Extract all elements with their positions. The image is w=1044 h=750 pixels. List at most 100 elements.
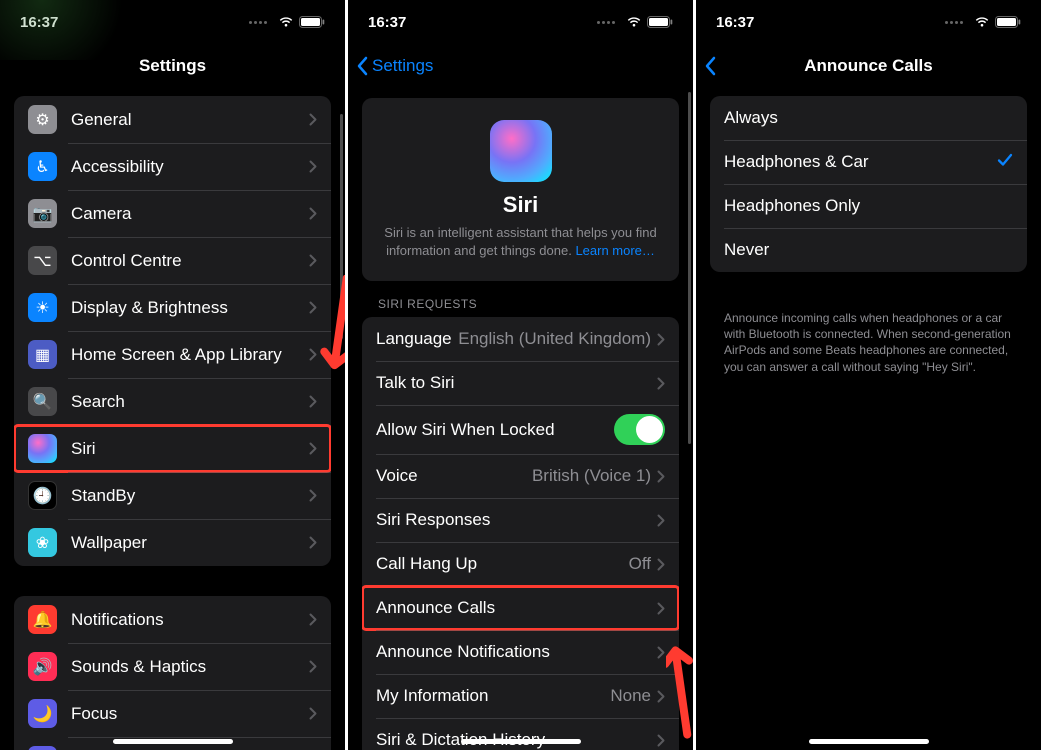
row-general[interactable]: ⚙︎ General: [14, 96, 331, 143]
siri-hero-card: Siri Siri is an intelligent assistant th…: [362, 98, 679, 281]
row-voice[interactable]: VoiceBritish (Voice 1): [362, 454, 679, 498]
chevron-right-icon: [309, 395, 317, 408]
row-label: Talk to Siri: [376, 373, 657, 393]
home-indicator[interactable]: [809, 739, 929, 744]
option-always[interactable]: Always: [710, 96, 1027, 140]
focus-icon: 🌙: [28, 699, 57, 728]
battery-icon: [299, 16, 325, 28]
page-title: Settings: [139, 56, 206, 76]
row-accessibility[interactable]: ♿︎Accessibility: [14, 143, 331, 190]
row-camera[interactable]: 📷Camera: [14, 190, 331, 237]
row-label: Always: [724, 108, 1013, 128]
row-label: Headphones & Car: [724, 152, 997, 172]
chevron-right-icon: [657, 602, 665, 615]
status-right: [945, 16, 1021, 28]
chevron-right-icon: [309, 489, 317, 502]
row-label: Announce Notifications: [376, 642, 657, 662]
row-dictation-hist[interactable]: Siri & Dictation History: [362, 718, 679, 750]
scroll-area[interactable]: Siri Siri is an intelligent assistant th…: [348, 88, 693, 750]
status-right: [597, 16, 673, 28]
row-label: Announce Calls: [376, 598, 657, 618]
row-display[interactable]: ☀︎Display & Brightness: [14, 284, 331, 331]
row-label: Never: [724, 240, 1013, 260]
hero-title: Siri: [378, 192, 663, 218]
status-time: 16:37: [20, 14, 58, 31]
back-button[interactable]: [704, 56, 720, 76]
chevron-right-icon: [309, 442, 317, 455]
row-talk-to-siri[interactable]: Talk to Siri: [362, 361, 679, 405]
row-focus[interactable]: 🌙Focus: [14, 690, 331, 737]
battery-icon: [995, 16, 1021, 28]
row-language[interactable]: LanguageEnglish (United Kingdom): [362, 317, 679, 361]
chevron-right-icon: [657, 377, 665, 390]
back-button[interactable]: Settings: [356, 56, 433, 76]
status-bar: 16:37: [348, 0, 693, 44]
siri-orb-icon: [490, 120, 552, 182]
page-title: Announce Calls: [804, 56, 932, 76]
chevron-right-icon: [657, 646, 665, 659]
siri-requests-group: LanguageEnglish (United Kingdom) Talk to …: [362, 317, 679, 750]
row-label: Wallpaper: [71, 533, 309, 553]
option-headphones-car[interactable]: Headphones & Car: [710, 140, 1027, 184]
row-standby[interactable]: 🕘StandBy: [14, 472, 331, 519]
chevron-right-icon: [657, 558, 665, 571]
row-home-screen[interactable]: ▦Home Screen & App Library: [14, 331, 331, 378]
row-siri-responses[interactable]: Siri Responses: [362, 498, 679, 542]
row-label: Camera: [71, 204, 309, 224]
settings-pane: 16:37 Settings ⚙︎ General ♿︎Accessibility📷…: [0, 0, 348, 750]
chevron-right-icon: [309, 348, 317, 361]
row-label: Voice: [376, 466, 532, 486]
scroll-area[interactable]: ⚙︎ General ♿︎Accessibility📷Camera ⌥ Control …: [0, 88, 345, 750]
hero-description: Siri is an intelligent assistant that he…: [378, 224, 663, 259]
row-label: StandBy: [71, 486, 309, 506]
row-label: My Information: [376, 686, 610, 706]
status-bar: 16:37: [0, 0, 345, 44]
learn-more-link[interactable]: Learn more…: [575, 243, 654, 258]
option-headphones-only[interactable]: Headphones Only: [710, 184, 1027, 228]
row-label: Language: [376, 329, 458, 349]
chevron-right-icon: [309, 160, 317, 173]
row-notifications[interactable]: 🔔Notifications: [14, 596, 331, 643]
row-call-hang-up[interactable]: Call Hang UpOff: [362, 542, 679, 586]
row-label: Notifications: [71, 610, 309, 630]
option-never[interactable]: Never: [710, 228, 1027, 272]
row-label: Siri Responses: [376, 510, 657, 530]
row-label: Display & Brightness: [71, 298, 309, 318]
search-icon: 🔍: [28, 387, 57, 416]
scroll-area[interactable]: Always Headphones & Car Headphones Only Nev…: [696, 88, 1041, 750]
screen-time-icon: ⏳: [28, 746, 57, 750]
scrollbar-thumb[interactable]: [688, 92, 691, 444]
chevron-right-icon: [309, 660, 317, 673]
chevron-right-icon: [657, 333, 665, 346]
row-allow-locked[interactable]: Allow Siri When Locked: [362, 405, 679, 454]
row-my-info[interactable]: My InformationNone: [362, 674, 679, 718]
row-sounds[interactable]: 🔊 Sounds & Haptics: [14, 643, 331, 690]
row-control-centre[interactable]: ⌥ Control Centre: [14, 237, 331, 284]
home-indicator[interactable]: [113, 739, 233, 744]
control-centre-icon: ⌥: [28, 246, 57, 275]
toggle-allow-locked[interactable]: [614, 414, 665, 445]
row-label: General: [71, 110, 309, 130]
row-label: Sounds & Haptics: [71, 657, 309, 677]
row-label: Allow Siri When Locked: [376, 420, 614, 440]
row-label: Control Centre: [71, 251, 309, 271]
wallpaper-icon: ❀: [28, 528, 57, 557]
scrollbar-thumb[interactable]: [340, 114, 343, 339]
general-icon: ⚙︎: [28, 105, 57, 134]
row-search[interactable]: 🔍 Search: [14, 378, 331, 425]
nav-bar: Settings: [0, 44, 345, 88]
chevron-right-icon: [309, 207, 317, 220]
battery-icon: [647, 16, 673, 28]
announce-options-group: Always Headphones & Car Headphones Only Nev…: [710, 96, 1027, 272]
row-label: Search: [71, 392, 309, 412]
chevron-right-icon: [309, 707, 317, 720]
home-indicator[interactable]: [461, 739, 581, 744]
separator: [376, 630, 679, 631]
siri-settings-pane: 16:37 Settings Siri Siri is an intellige…: [348, 0, 696, 750]
wifi-icon: [974, 16, 990, 28]
row-siri[interactable]: Siri: [14, 425, 331, 472]
row-wallpaper[interactable]: ❀ Wallpaper: [14, 519, 331, 566]
row-announce-calls[interactable]: Announce Calls: [362, 586, 679, 630]
sounds-icon: 🔊: [28, 652, 57, 681]
row-announce-notif[interactable]: Announce Notifications: [362, 630, 679, 674]
